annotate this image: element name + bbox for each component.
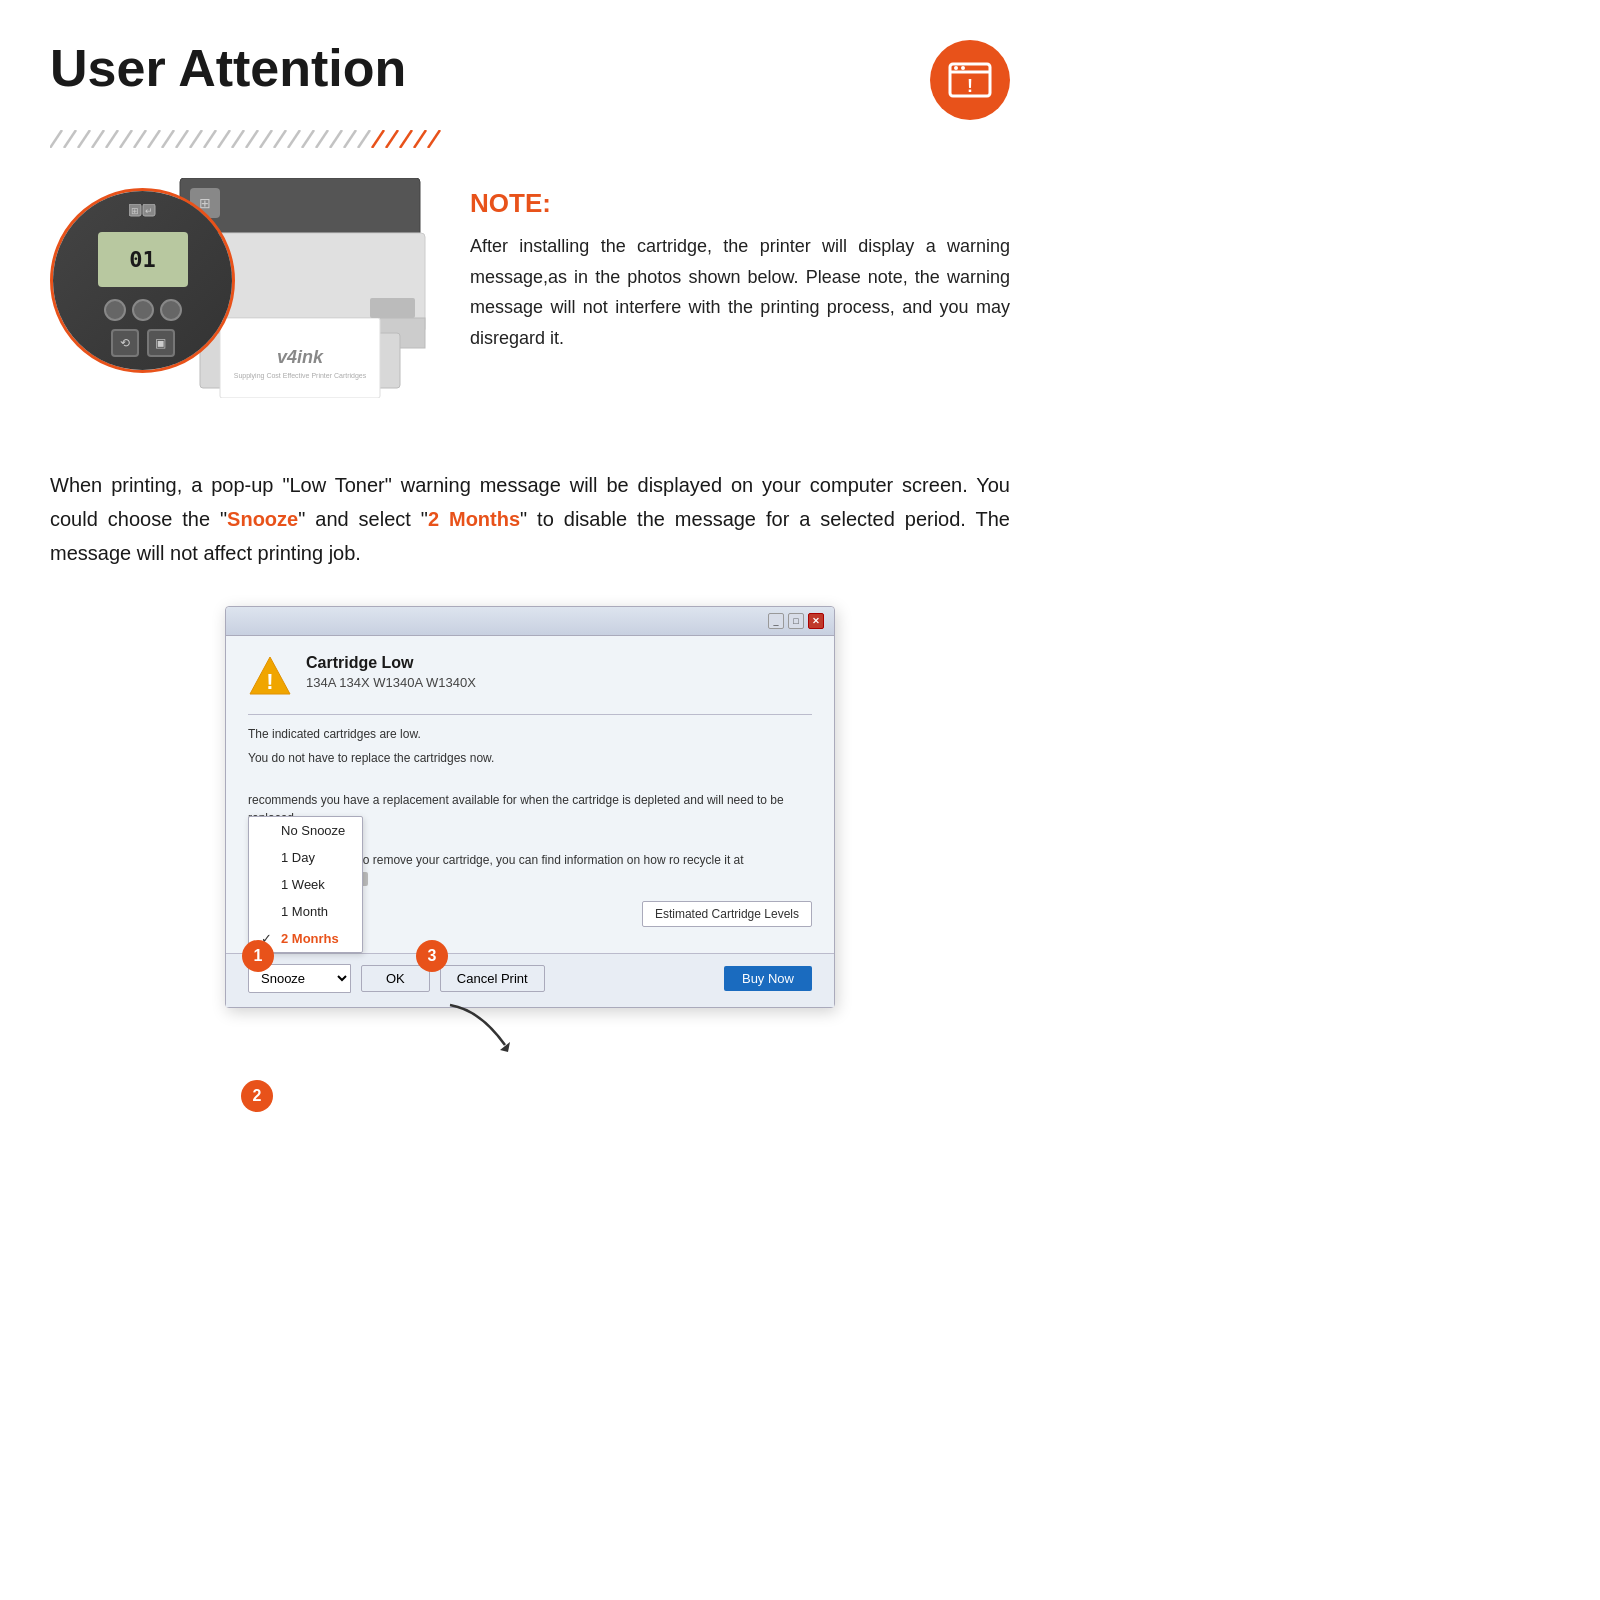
- dropdown-item-1month[interactable]: 1 Month: [249, 898, 362, 925]
- svg-line-25: [330, 130, 342, 148]
- svg-text:↵: ↵: [145, 206, 153, 216]
- panel-inner: ⊞ ↵ 01 ⟲ ▣: [53, 191, 232, 370]
- months-highlight: 2 Months: [428, 508, 520, 530]
- svg-point-2: [954, 66, 958, 70]
- ok-button[interactable]: OK: [361, 965, 430, 992]
- svg-line-15: [190, 130, 202, 148]
- dialog-subtitle: 134A 134X W1340A W1340X: [306, 675, 476, 690]
- svg-line-10: [120, 130, 132, 148]
- panel-btn-1: [104, 299, 126, 321]
- note-section: NOTE: After installing the cartridge, th…: [470, 178, 1010, 353]
- svg-text:!: !: [266, 669, 273, 694]
- dialog-title-area: Cartridge Low 134A 134X W1340A W1340X: [306, 654, 476, 690]
- dropdown-item-1day[interactable]: 1 Day: [249, 844, 362, 871]
- svg-line-23: [302, 130, 314, 148]
- panel-btn-3: [160, 299, 182, 321]
- svg-line-20: [260, 130, 272, 148]
- svg-line-18: [232, 130, 244, 148]
- alert-icon-circle: !: [930, 40, 1010, 120]
- buy-now-button[interactable]: Buy Now: [724, 966, 812, 991]
- svg-line-21: [274, 130, 286, 148]
- svg-rect-45: [370, 298, 415, 318]
- step-1-circle: 1: [242, 940, 274, 972]
- svg-line-29: [386, 130, 398, 148]
- svg-line-7: [78, 130, 90, 148]
- step3-arrow: [440, 1000, 520, 1060]
- svg-text:!: !: [967, 76, 973, 96]
- dialog-titlebar: _ □ ✕: [226, 607, 834, 636]
- main-paragraph: When printing, a pop-up "Low Toner" warn…: [50, 468, 1010, 570]
- svg-line-26: [344, 130, 356, 148]
- dropdown-label-nosnooze: No Snooze: [281, 823, 345, 838]
- dialog-message-2: You do not have to replace the cartridge…: [248, 749, 812, 767]
- svg-line-13: [162, 130, 174, 148]
- panel-icon-row: ⟲ ▣: [111, 329, 175, 357]
- paragraph-between: " and select ": [298, 508, 428, 530]
- dialog-message-1: The indicated cartridges are low.: [248, 725, 812, 743]
- svg-line-5: [50, 130, 62, 148]
- page-header: User Attention !: [50, 40, 1010, 120]
- dialog-window: _ □ ✕ ! Cartridge Low 134A 134X W1340A W…: [225, 606, 835, 1008]
- panel-icon-2: ▣: [147, 329, 175, 357]
- panel-icon-1: ⟲: [111, 329, 139, 357]
- dropdown-item-1week[interactable]: 1 Week: [249, 871, 362, 898]
- svg-line-8: [92, 130, 104, 148]
- svg-marker-50: [500, 1042, 510, 1052]
- panel-btn-2: [132, 299, 154, 321]
- svg-line-17: [218, 130, 230, 148]
- close-button[interactable]: ✕: [808, 613, 824, 629]
- dropdown-label-1month: 1 Month: [281, 904, 328, 919]
- maximize-button[interactable]: □: [788, 613, 804, 629]
- printer-image-area: ⊞ ↵ 01 ⟲ ▣: [50, 178, 430, 418]
- diagonal-decoration: [50, 130, 1010, 148]
- svg-text:Supplying Cost Effective Print: Supplying Cost Effective Printer Cartrid…: [234, 372, 367, 380]
- panel-buttons: [104, 299, 182, 321]
- warning-icon: !: [248, 654, 292, 698]
- dropdown-label-1week: 1 Week: [281, 877, 325, 892]
- snooze-highlight: Snooze: [227, 508, 298, 530]
- control-panel-circle: ⊞ ↵ 01 ⟲ ▣: [50, 188, 235, 373]
- photo-note-section: ⊞ ↵ 01 ⟲ ▣: [50, 178, 1010, 418]
- svg-line-24: [316, 130, 328, 148]
- note-text: After installing the cartridge, the prin…: [470, 231, 1010, 353]
- svg-line-32: [428, 130, 440, 148]
- dropdown-label-1day: 1 Day: [281, 850, 315, 865]
- svg-line-22: [288, 130, 300, 148]
- svg-line-16: [204, 130, 216, 148]
- dialog-title: Cartridge Low: [306, 654, 476, 672]
- dialog-divider-1: [248, 714, 812, 715]
- dropdown-label-2months: 2 Monrhs: [281, 931, 339, 946]
- svg-line-19: [246, 130, 258, 148]
- panel-top-icons: ⊞ ↵: [129, 204, 157, 224]
- minimize-button[interactable]: _: [768, 613, 784, 629]
- cancel-print-button[interactable]: Cancel Print: [440, 965, 545, 992]
- dialog-footer: Snooze No Snooze 1 Day 1 Week 1 Month 2 …: [226, 953, 834, 1007]
- step-2-circle: 2: [241, 1080, 273, 1112]
- svg-line-11: [134, 130, 146, 148]
- svg-line-27: [358, 130, 370, 148]
- svg-line-30: [400, 130, 412, 148]
- step-3-circle: 3: [416, 940, 448, 972]
- svg-text:v4ink: v4ink: [277, 347, 324, 367]
- svg-point-3: [961, 66, 965, 70]
- estimated-cartridge-button[interactable]: Estimated Cartridge Levels: [642, 901, 812, 927]
- svg-line-12: [148, 130, 160, 148]
- snooze-dropdown-popup: No Snooze 1 Day 1 Week 1 Month ✓ 2 Monrh…: [248, 816, 363, 953]
- panel-screen: 01: [98, 232, 188, 287]
- dropdown-item-nosnooze[interactable]: No Snooze: [249, 817, 362, 844]
- alert-icon: !: [946, 56, 994, 104]
- page-title: User Attention: [50, 40, 406, 97]
- svg-line-31: [414, 130, 426, 148]
- dialog-header-row: ! Cartridge Low 134A 134X W1340A W1340X: [248, 654, 812, 698]
- svg-line-9: [106, 130, 118, 148]
- svg-line-28: [372, 130, 384, 148]
- svg-line-14: [176, 130, 188, 148]
- svg-line-6: [64, 130, 76, 148]
- svg-text:⊞: ⊞: [131, 206, 139, 216]
- note-label: NOTE:: [470, 188, 1010, 219]
- dialog-wrapper: _ □ ✕ ! Cartridge Low 134A 134X W1340A W…: [50, 606, 1010, 1128]
